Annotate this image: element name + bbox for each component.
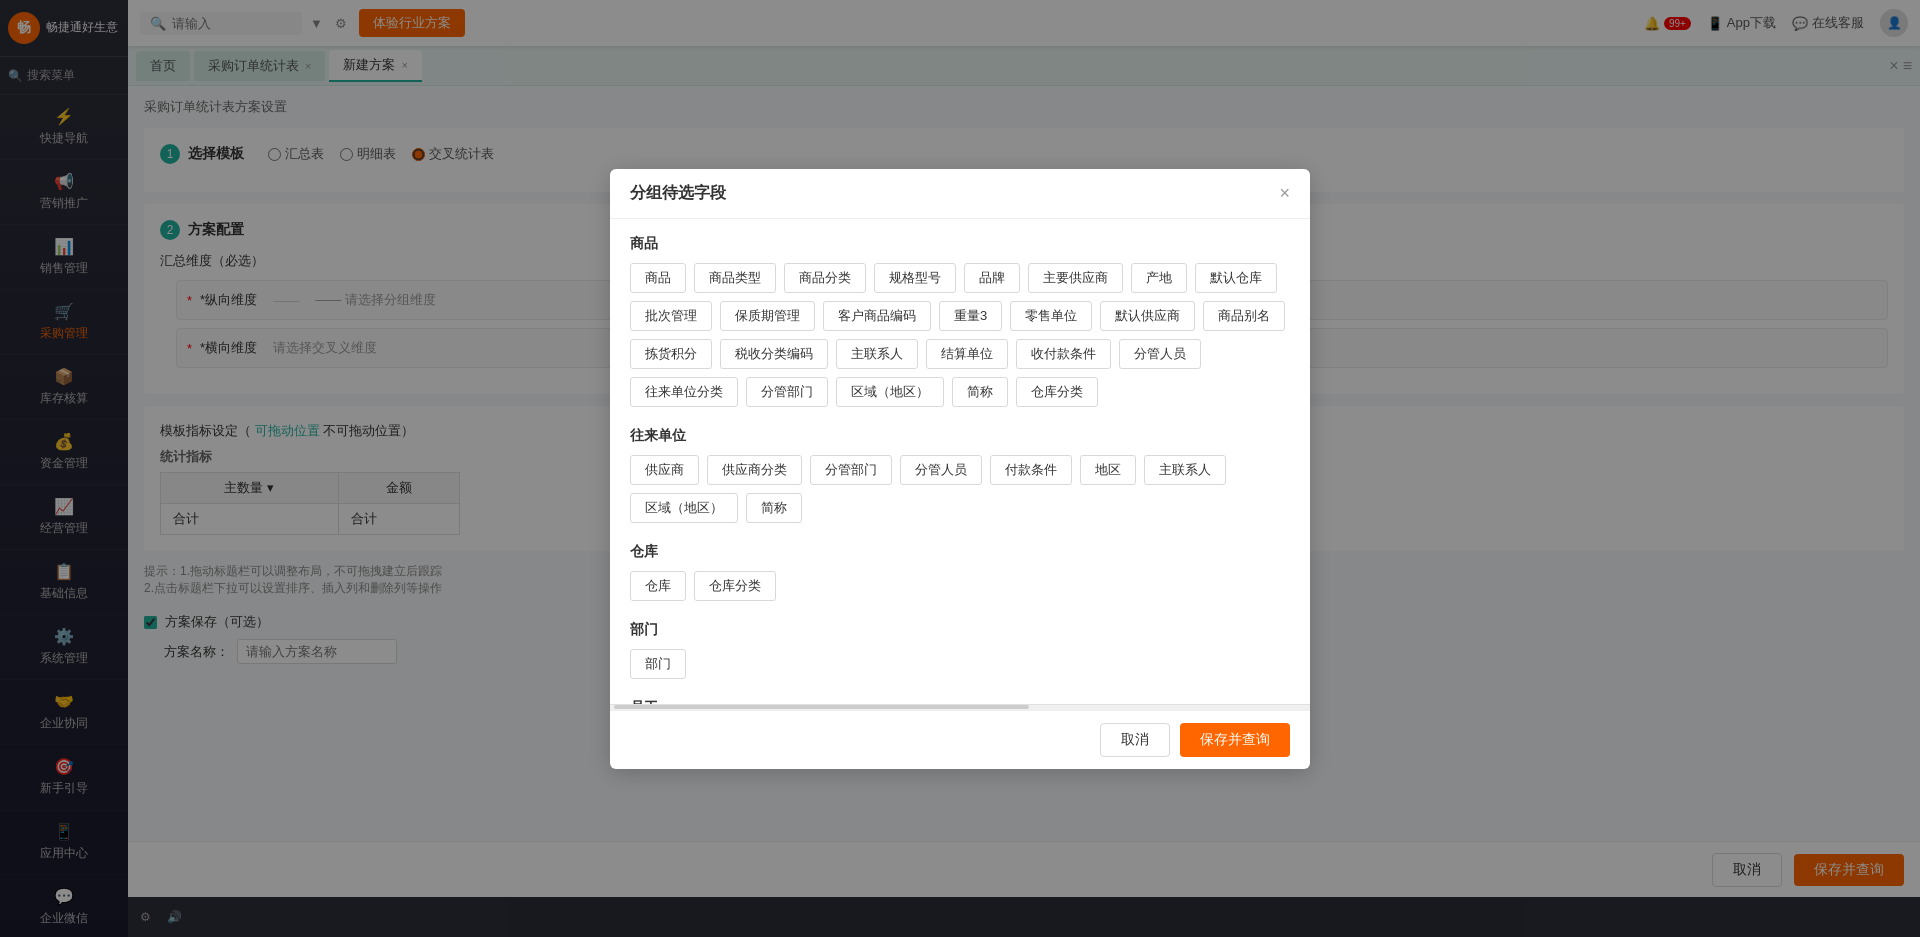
field-tag[interactable]: 主联系人 [836,339,918,369]
field-tag[interactable]: 客户商品编码 [823,301,931,331]
dialog-cancel-button[interactable]: 取消 [1100,723,1170,757]
field-tag[interactable]: 重量3 [939,301,1002,331]
field-tag[interactable]: 分管人员 [1119,339,1201,369]
field-tag[interactable]: 主要供应商 [1028,263,1123,293]
field-tag[interactable]: 区域（地区） [836,377,944,407]
field-tag[interactable]: 供应商分类 [707,455,802,485]
field-section-warehouse: 仓库仓库仓库分类 [630,543,1290,601]
field-tag[interactable]: 批次管理 [630,301,712,331]
field-tag[interactable]: 付款条件 [990,455,1072,485]
field-tag[interactable]: 仓库 [630,571,686,601]
field-tag[interactable]: 零售单位 [1010,301,1092,331]
field-tags-department: 部门 [630,649,1290,679]
field-tag[interactable]: 规格型号 [874,263,956,293]
field-tags-counterpart: 供应商供应商分类分管部门分管人员付款条件地区主联系人区域（地区） 简称 [630,455,1290,523]
field-tag[interactable]: 仓库分类 [1016,377,1098,407]
field-tag[interactable]: 主联系人 [1144,455,1226,485]
field-tag[interactable]: 简称 [952,377,1008,407]
field-tag[interactable]: 保质期管理 [720,301,815,331]
field-tag[interactable]: 品牌 [964,263,1020,293]
field-tag[interactable]: 默认仓库 [1195,263,1277,293]
dialog: 分组待选字段 × 商品商品商品类型商品分类规格型号品牌主要供应商产地默认仓库批次… [610,169,1310,769]
dialog-body: 商品商品商品类型商品分类规格型号品牌主要供应商产地默认仓库批次管理保质期管理客户… [610,219,1310,704]
field-tag[interactable]: 税收分类编码 [720,339,828,369]
dialog-header: 分组待选字段 × [610,169,1310,219]
section-title-counterpart: 往来单位 [630,427,1290,445]
field-tag[interactable]: 商品 [630,263,686,293]
field-tag[interactable]: 结算单位 [926,339,1008,369]
dialog-title: 分组待选字段 [630,183,726,204]
field-tag[interactable]: 分管部门 [746,377,828,407]
field-tag[interactable]: 产地 [1131,263,1187,293]
field-tags-warehouse: 仓库仓库分类 [630,571,1290,601]
field-tag[interactable]: 商品分类 [784,263,866,293]
field-tag[interactable]: 默认供应商 [1100,301,1195,331]
field-tag[interactable]: 分管人员 [900,455,982,485]
dialog-close-button[interactable]: × [1279,183,1290,204]
field-section-counterpart: 往来单位供应商供应商分类分管部门分管人员付款条件地区主联系人区域（地区） 简称 [630,427,1290,523]
section-title-warehouse: 仓库 [630,543,1290,561]
field-tag[interactable]: 商品类型 [694,263,776,293]
field-tag[interactable]: 地区 [1080,455,1136,485]
field-tag[interactable]: 拣货积分 [630,339,712,369]
section-title-department: 部门 [630,621,1290,639]
field-tag[interactable]: 往来单位分类 [630,377,738,407]
field-tag[interactable]: 部门 [630,649,686,679]
dialog-scrollbar-thumb [614,705,1029,709]
dialog-confirm-button[interactable]: 保存并查询 [1180,723,1290,757]
field-tag[interactable]: 收付款条件 [1016,339,1111,369]
field-tag[interactable]: 仓库分类 [694,571,776,601]
field-section-department: 部门部门 [630,621,1290,679]
dialog-footer: 取消 保存并查询 [610,710,1310,769]
field-tag[interactable]: 简称 [746,493,802,523]
field-tag[interactable]: 商品别名 [1203,301,1285,331]
field-section-product: 商品商品商品类型商品分类规格型号品牌主要供应商产地默认仓库批次管理保质期管理客户… [630,235,1290,407]
field-tag[interactable]: 供应商 [630,455,699,485]
field-tag[interactable]: 分管部门 [810,455,892,485]
field-tag[interactable]: 区域（地区） [630,493,738,523]
field-tags-product: 商品商品类型商品分类规格型号品牌主要供应商产地默认仓库批次管理保质期管理客户商品… [630,263,1290,407]
modal-overlay: 分组待选字段 × 商品商品商品类型商品分类规格型号品牌主要供应商产地默认仓库批次… [0,0,1920,937]
section-title-product: 商品 [630,235,1290,253]
